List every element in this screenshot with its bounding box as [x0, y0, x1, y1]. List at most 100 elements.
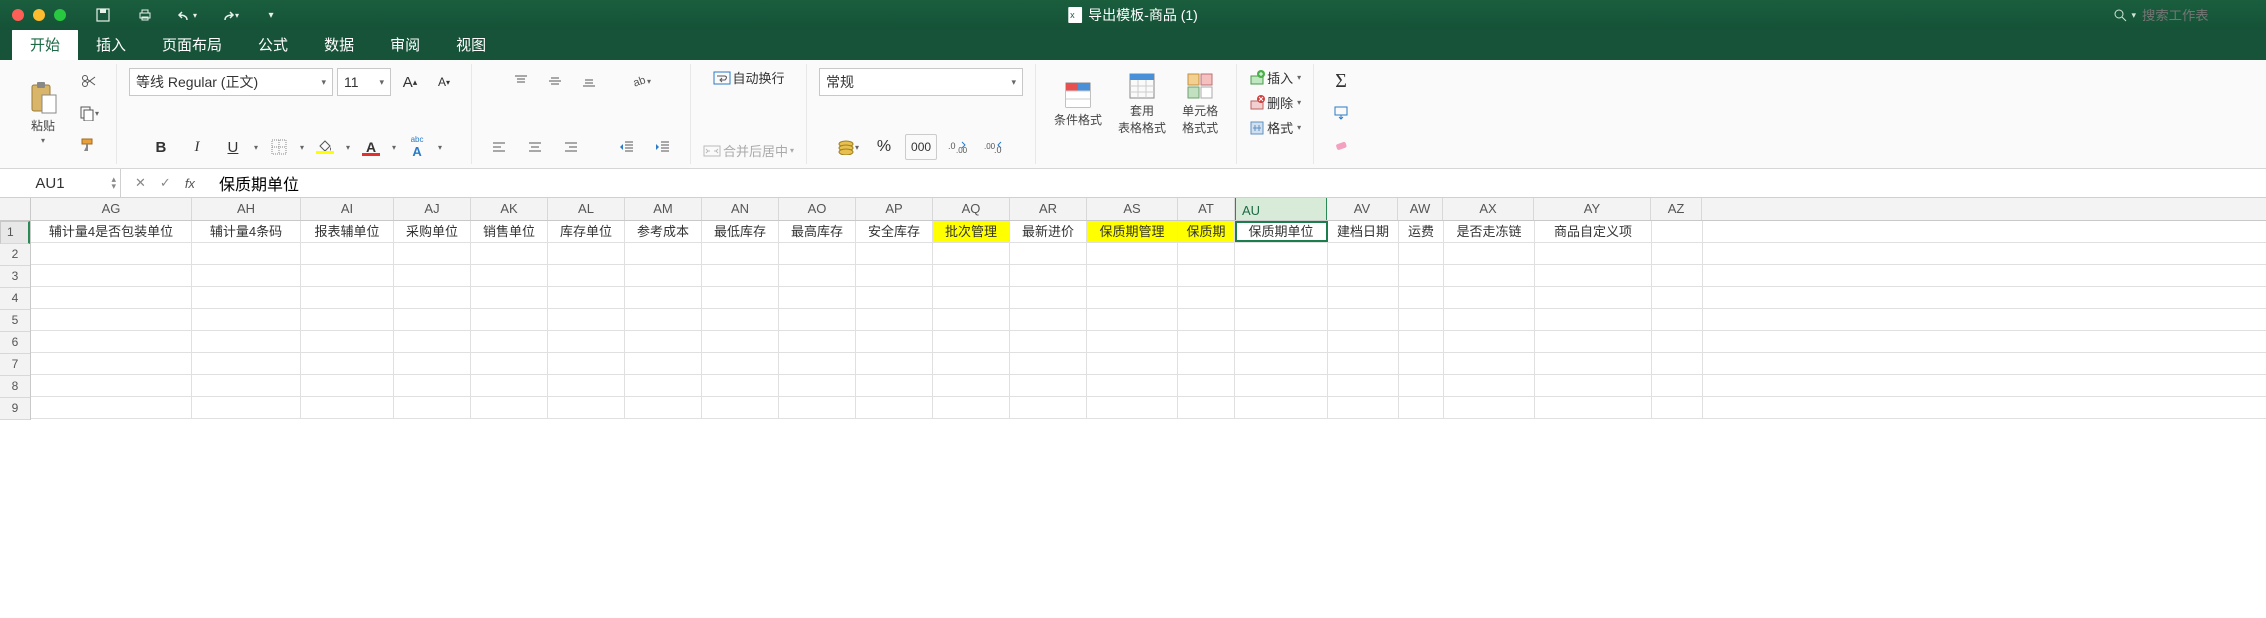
- cell-AU8[interactable]: [1235, 375, 1328, 396]
- cell-AL2[interactable]: [548, 243, 625, 264]
- cell-AU9[interactable]: [1235, 397, 1328, 418]
- clear-button[interactable]: [1326, 132, 1356, 158]
- cell-AV6[interactable]: [1328, 331, 1399, 352]
- align-center-button[interactable]: [520, 134, 550, 160]
- cancel-edit-button[interactable]: ✕: [135, 175, 146, 191]
- fill-button[interactable]: [1326, 100, 1356, 126]
- row-header-5[interactable]: 5: [0, 310, 30, 332]
- cell-AY3[interactable]: [1535, 265, 1652, 286]
- column-header-AY[interactable]: AY: [1534, 198, 1651, 220]
- cell-AJ7[interactable]: [394, 353, 471, 374]
- cell-AY8[interactable]: [1535, 375, 1652, 396]
- cell-AR2[interactable]: [1010, 243, 1087, 264]
- bold-button[interactable]: B: [146, 134, 176, 160]
- cell-AZ9[interactable]: [1652, 397, 1703, 418]
- search-sheet[interactable]: ▾: [2114, 7, 2266, 24]
- cell-AO5[interactable]: [779, 309, 856, 330]
- cut-button[interactable]: [74, 68, 104, 94]
- cell-AY4[interactable]: [1535, 287, 1652, 308]
- cell-AL6[interactable]: [548, 331, 625, 352]
- align-right-button[interactable]: [556, 134, 586, 160]
- cell-AN8[interactable]: [702, 375, 779, 396]
- cell-AZ4[interactable]: [1652, 287, 1703, 308]
- cell-AI5[interactable]: [301, 309, 394, 330]
- column-header-AU[interactable]: AU: [1235, 198, 1327, 220]
- cell-AI4[interactable]: [301, 287, 394, 308]
- name-box[interactable]: AU1 ▴▾: [0, 169, 121, 197]
- decrease-decimal-button[interactable]: .00.0: [979, 134, 1009, 160]
- cell-AK1[interactable]: 销售单位: [471, 221, 548, 242]
- cell-AX8[interactable]: [1444, 375, 1535, 396]
- cell-AM5[interactable]: [625, 309, 702, 330]
- cell-AJ3[interactable]: [394, 265, 471, 286]
- tab-home[interactable]: 开始: [12, 28, 78, 60]
- formula-input[interactable]: [209, 173, 2266, 193]
- close-window[interactable]: [12, 9, 24, 21]
- minimize-window[interactable]: [33, 9, 45, 21]
- cell-AZ7[interactable]: [1652, 353, 1703, 374]
- cell-AN2[interactable]: [702, 243, 779, 264]
- row-header-9[interactable]: 9: [0, 398, 30, 420]
- cell-AY1[interactable]: 商品自定义项: [1535, 221, 1652, 242]
- cell-AW8[interactable]: [1399, 375, 1444, 396]
- cell-AW4[interactable]: [1399, 287, 1444, 308]
- cell-AH9[interactable]: [192, 397, 301, 418]
- cell-AI3[interactable]: [301, 265, 394, 286]
- cell-AV3[interactable]: [1328, 265, 1399, 286]
- cell-AV5[interactable]: [1328, 309, 1399, 330]
- column-header-AP[interactable]: AP: [856, 198, 933, 220]
- cell-AH3[interactable]: [192, 265, 301, 286]
- name-box-stepper[interactable]: ▴▾: [111, 176, 116, 190]
- cell-AG3[interactable]: [31, 265, 192, 286]
- cell-AZ3[interactable]: [1652, 265, 1703, 286]
- cell-AL7[interactable]: [548, 353, 625, 374]
- cell-AH1[interactable]: 辅计量4条码: [192, 221, 301, 242]
- cell-AO1[interactable]: 最高库存: [779, 221, 856, 242]
- save-icon[interactable]: [90, 2, 116, 28]
- cell-AQ5[interactable]: [933, 309, 1010, 330]
- cell-AH4[interactable]: [192, 287, 301, 308]
- cell-AZ8[interactable]: [1652, 375, 1703, 396]
- cell-AL9[interactable]: [548, 397, 625, 418]
- tab-data[interactable]: 数据: [306, 28, 372, 60]
- cell-AV4[interactable]: [1328, 287, 1399, 308]
- cell-AM4[interactable]: [625, 287, 702, 308]
- column-header-AO[interactable]: AO: [779, 198, 856, 220]
- cell-AY2[interactable]: [1535, 243, 1652, 264]
- cell-AQ1[interactable]: 批次管理: [933, 221, 1010, 242]
- cell-AW3[interactable]: [1399, 265, 1444, 286]
- cell-AP3[interactable]: [856, 265, 933, 286]
- cell-AX2[interactable]: [1444, 243, 1535, 264]
- number-format-select[interactable]: 常规▾: [819, 68, 1023, 96]
- cell-AS6[interactable]: [1087, 331, 1178, 352]
- cell-AS9[interactable]: [1087, 397, 1178, 418]
- cell-AP2[interactable]: [856, 243, 933, 264]
- cell-AN4[interactable]: [702, 287, 779, 308]
- cell-AT8[interactable]: [1178, 375, 1235, 396]
- decrease-font-button[interactable]: A▾: [429, 69, 459, 95]
- column-header-AG[interactable]: AG: [31, 198, 192, 220]
- cell-AX7[interactable]: [1444, 353, 1535, 374]
- cell-AZ1[interactable]: [1652, 221, 1703, 242]
- cell-AL8[interactable]: [548, 375, 625, 396]
- cell-AU6[interactable]: [1235, 331, 1328, 352]
- copy-button[interactable]: ▾: [74, 100, 104, 126]
- cell-AN6[interactable]: [702, 331, 779, 352]
- cell-AK8[interactable]: [471, 375, 548, 396]
- cell-AG7[interactable]: [31, 353, 192, 374]
- cell-AI2[interactable]: [301, 243, 394, 264]
- cell-AJ6[interactable]: [394, 331, 471, 352]
- cell-AI6[interactable]: [301, 331, 394, 352]
- cell-AT3[interactable]: [1178, 265, 1235, 286]
- cell-AS3[interactable]: [1087, 265, 1178, 286]
- cell-AK3[interactable]: [471, 265, 548, 286]
- cell-AU5[interactable]: [1235, 309, 1328, 330]
- cell-AR3[interactable]: [1010, 265, 1087, 286]
- column-header-AM[interactable]: AM: [625, 198, 702, 220]
- row-header-8[interactable]: 8: [0, 376, 30, 398]
- cell-AG9[interactable]: [31, 397, 192, 418]
- cell-AT4[interactable]: [1178, 287, 1235, 308]
- cell-AP8[interactable]: [856, 375, 933, 396]
- cell-AJ1[interactable]: 采购单位: [394, 221, 471, 242]
- zoom-window[interactable]: [54, 9, 66, 21]
